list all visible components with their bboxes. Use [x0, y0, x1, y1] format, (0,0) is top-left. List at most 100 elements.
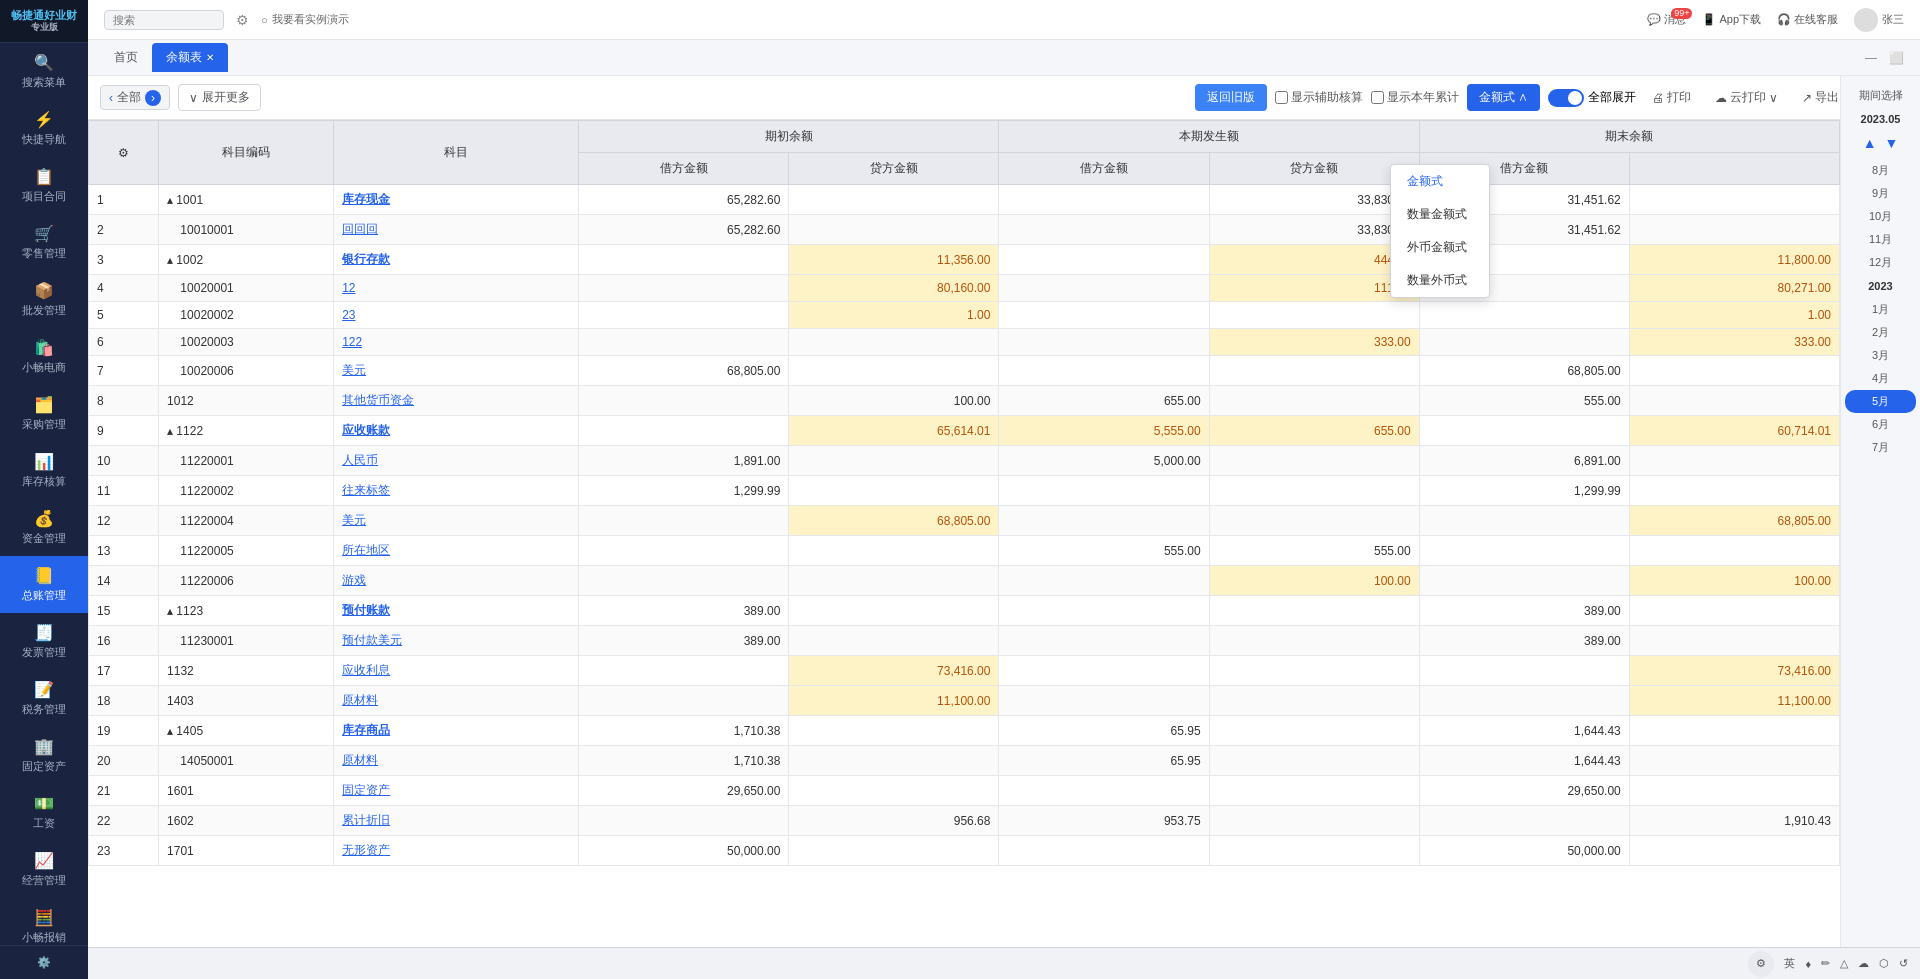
month-7月[interactable]: 7月 [1845, 436, 1916, 459]
month-9月[interactable]: 9月 [1845, 182, 1916, 205]
bottom-diamond-icon[interactable]: ♦ [1805, 958, 1811, 970]
cell-od-2 [579, 245, 789, 275]
sidebar-item-search[interactable]: 🔍搜索菜单 [0, 43, 88, 100]
nav-forward-icon[interactable]: › [145, 90, 161, 106]
cell-oc-5 [789, 329, 999, 356]
table-row: 3 ▴ 1002 银行存款 11,356.00 444.00 11,800.00 [89, 245, 1840, 275]
month-12月[interactable]: 12月 [1845, 251, 1916, 274]
cell-cd-11 [999, 506, 1209, 536]
tab-balance[interactable]: 余额表 ✕ [152, 43, 228, 72]
sidebar-item-salary[interactable]: 💵工资 [0, 784, 88, 841]
month-4月[interactable]: 4月 [1845, 367, 1916, 390]
minimize-icon[interactable]: — [1861, 51, 1881, 65]
month-11月[interactable]: 11月 [1845, 228, 1916, 251]
month-10月[interactable]: 10月 [1845, 205, 1916, 228]
month-5月[interactable]: 5月 [1845, 390, 1916, 413]
cell-clc-13: 100.00 [1629, 566, 1839, 596]
cell-no-4: 5 [89, 302, 159, 329]
online-service[interactable]: 🎧 在线客服 [1777, 12, 1838, 27]
month-8月[interactable]: 8月 [1845, 159, 1916, 182]
top-header: ⚙ ○ 我要看实例演示 💬 99+ 消息 📱 App下载 🎧 在线客服 [88, 0, 1920, 40]
sidebar-item-wholesale[interactable]: 📦批发管理 [0, 271, 88, 328]
table-row: 11 11220002 往来标签 1,299.99 1,299.99 [89, 476, 1840, 506]
bottom-edit-icon[interactable]: ✏ [1821, 957, 1830, 970]
sidebar-item-report[interactable]: 🧮小畅报销 [0, 898, 88, 945]
cell-cld-13 [1419, 566, 1629, 596]
bottom-hex-icon[interactable]: ⬡ [1879, 957, 1889, 970]
app-download[interactable]: 📱 App下载 [1702, 12, 1761, 27]
dropdown-item-qty_amount[interactable]: 数量金额式 [1391, 198, 1489, 231]
sidebar-item-quicknav[interactable]: ⚡快捷导航 [0, 100, 88, 157]
month-1月[interactable]: 1月 [1845, 298, 1916, 321]
tab-close-icon[interactable]: ✕ [206, 52, 214, 63]
user-avatar-area[interactable]: 张三 [1854, 8, 1904, 32]
sidebar-item-invoice[interactable]: 🧾发票管理 [0, 613, 88, 670]
cell-cc-19 [1209, 746, 1419, 776]
settings-gear-icon[interactable]: ⚙ [236, 12, 249, 28]
sidebar-item-retail[interactable]: 🛒零售管理 [0, 214, 88, 271]
dropdown-item-qty_foreign[interactable]: 数量外币式 [1391, 264, 1489, 297]
cell-cc-2: 444.00 [1209, 245, 1419, 275]
sidebar-item-inventory[interactable]: 📊库存核算 [0, 442, 88, 499]
sidebar-item-purchase[interactable]: 🗂️采购管理 [0, 385, 88, 442]
cell-cc-12: 555.00 [1209, 536, 1419, 566]
search-icon: 🔍 [34, 53, 54, 72]
demo-link[interactable]: ○ 我要看实例演示 [261, 12, 349, 27]
nav-down-icon[interactable]: ▼ [1885, 135, 1899, 151]
sidebar-item-ledger[interactable]: 📒总账管理 [0, 556, 88, 613]
bottom-settings-icon[interactable]: ⚙ [1748, 951, 1774, 977]
sidebar-item-management[interactable]: 📈经营管理 [0, 841, 88, 898]
sidebar-item-project[interactable]: 📋项目合同 [0, 157, 88, 214]
bottom-cloud-icon[interactable]: ☁ [1858, 957, 1869, 970]
cloud-print-button[interactable]: ☁ 云打印 ∨ [1707, 85, 1786, 110]
cell-cd-22 [999, 836, 1209, 866]
auxiliary-checkbox[interactable] [1275, 91, 1288, 104]
sidebar-item-capital[interactable]: 💰资金管理 [0, 499, 88, 556]
toggle-track[interactable] [1548, 89, 1584, 107]
dropdown-item-foreign_amount[interactable]: 外币金额式 [1391, 231, 1489, 264]
cell-cd-2 [999, 245, 1209, 275]
bottom-lang-icon[interactable]: 英 [1784, 956, 1795, 971]
sidebar-item-assets[interactable]: 🏢固定资产 [0, 727, 88, 784]
back-old-version-button[interactable]: 返回旧版 [1195, 84, 1267, 111]
table-row: 22 1602 累计折旧 956.68 953.75 1,910.43 [89, 806, 1840, 836]
bottom-alert-icon[interactable]: △ [1840, 957, 1848, 970]
ytd-checkbox[interactable] [1371, 91, 1384, 104]
dropdown-item-amount[interactable]: 金额式 [1391, 165, 1489, 198]
tab-home[interactable]: 首页 [100, 43, 152, 72]
nav-back-icon[interactable]: ‹ [109, 91, 113, 105]
bottom-refresh-icon[interactable]: ↺ [1899, 957, 1908, 970]
cell-oc-6 [789, 356, 999, 386]
cell-oc-13 [789, 566, 999, 596]
cell-oc-8: 65,614.01 [789, 416, 999, 446]
cell-clc-19 [1629, 746, 1839, 776]
sidebar-item-ecommerce[interactable]: 🛍️小畅电商 [0, 328, 88, 385]
print-button[interactable]: 🖨 打印 [1644, 85, 1699, 110]
page-content: ‹ 全部 › ∨ 展开更多 返回旧版 显示辅助核算 显示本年累计 金 [88, 76, 1920, 979]
message-badge: 99+ [1671, 8, 1692, 19]
maximize-icon[interactable]: ⬜ [1885, 51, 1908, 65]
cell-clc-9 [1629, 446, 1839, 476]
cell-code-9: 11220001 [159, 446, 334, 476]
cell-name-1: 回回回 [334, 215, 579, 245]
sidebar-footer-settings[interactable]: ⚙️ [0, 945, 88, 979]
month-3月[interactable]: 3月 [1845, 344, 1916, 367]
message-badge-container[interactable]: 💬 99+ 消息 [1647, 12, 1686, 27]
sidebar-item-tax[interactable]: 📝税务管理 [0, 670, 88, 727]
nav-up-icon[interactable]: ▲ [1863, 135, 1877, 151]
cloud-print-label: 云打印 [1730, 89, 1766, 106]
app-label: App下载 [1719, 12, 1761, 27]
search-input[interactable] [104, 10, 224, 30]
expand-more-button[interactable]: ∨ 展开更多 [178, 84, 261, 111]
month-6月[interactable]: 6月 [1845, 413, 1916, 436]
cell-code-6: 10020006 [159, 356, 334, 386]
cell-oc-1 [789, 215, 999, 245]
ytd-checkbox-label[interactable]: 显示本年累计 [1371, 89, 1459, 106]
auxiliary-checkbox-label[interactable]: 显示辅助核算 [1275, 89, 1363, 106]
cell-name-14: 预付账款 [334, 596, 579, 626]
mode-label: 金额式 ∧ [1479, 89, 1528, 106]
month-2月[interactable]: 2月 [1845, 321, 1916, 344]
mode-dropdown-button[interactable]: 金额式 ∧ [1467, 84, 1540, 111]
management-icon: 📈 [34, 851, 54, 870]
cell-oc-3: 80,160.00 [789, 275, 999, 302]
